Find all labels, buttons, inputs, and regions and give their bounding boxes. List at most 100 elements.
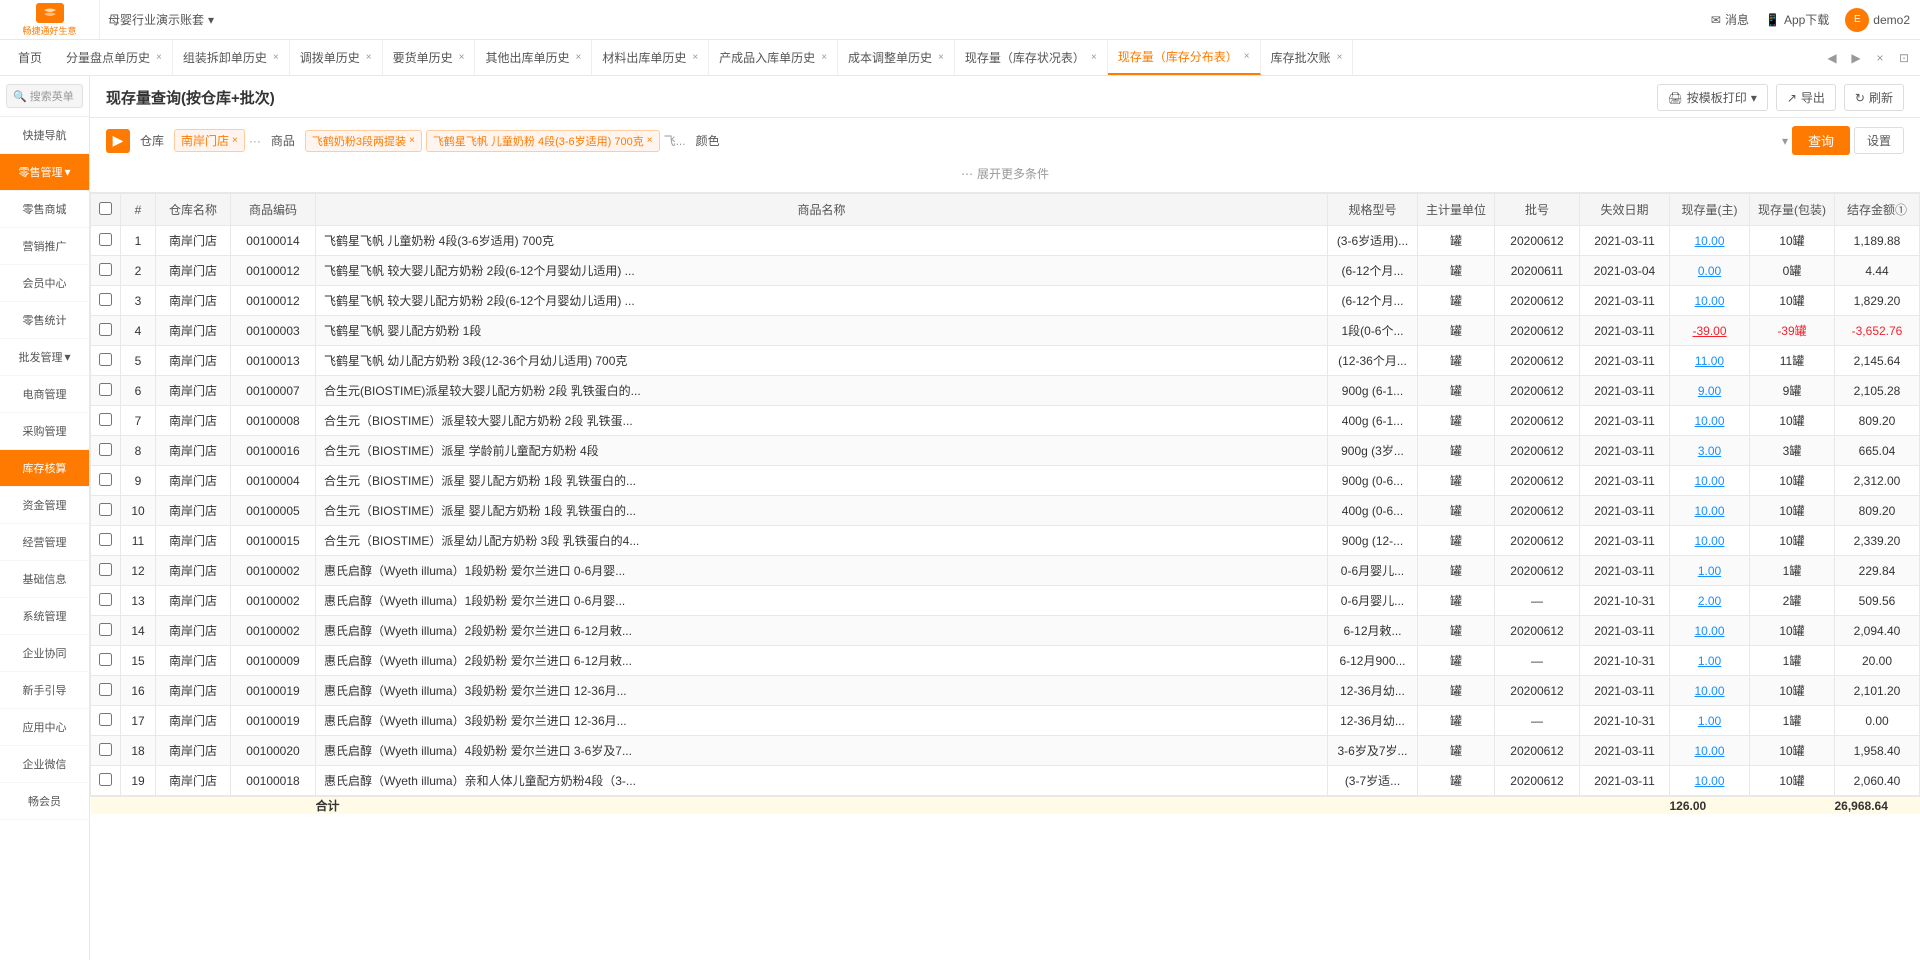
row-select[interactable] (99, 533, 112, 546)
sidebar-item-retail-shop[interactable]: 零售商城 (0, 191, 89, 228)
tab-close-icon[interactable]: × (1091, 52, 1097, 63)
tab-stock-status[interactable]: 现存量（库存状况表） × (955, 40, 1108, 75)
sidebar-item-app-center[interactable]: 应用中心 (0, 709, 89, 746)
sidebar-search-box[interactable]: 🔍 搜索英单 (6, 84, 83, 108)
row-select[interactable] (99, 773, 112, 786)
tab-combo-disassemble[interactable]: 组装拆卸单历史 × (173, 40, 290, 75)
sidebar-item-member-center[interactable]: 会员中心 (0, 265, 89, 302)
tab-batch-account[interactable]: 库存批次账 × (1261, 40, 1354, 75)
stock-main-link[interactable]: 1.00 (1698, 654, 1721, 668)
row-select[interactable] (99, 473, 112, 486)
product-tag-2-close[interactable]: × (647, 135, 653, 146)
row-checkbox[interactable] (91, 256, 121, 286)
row-checkbox[interactable] (91, 556, 121, 586)
stock-main-link[interactable]: 10.00 (1694, 234, 1724, 248)
tab-close-icon[interactable]: × (156, 52, 162, 63)
row-checkbox[interactable] (91, 346, 121, 376)
row-checkbox[interactable] (91, 286, 121, 316)
color-filter-dropdown[interactable]: ▾ (1782, 134, 1788, 148)
tab-material-outbound[interactable]: 材料出库单历史 × (592, 40, 709, 75)
filter-expand-button[interactable]: ▶ (106, 129, 130, 153)
tab-menu-btn[interactable]: ⊡ (1892, 46, 1916, 70)
tab-cost-adjust[interactable]: 成本调整单历史 × (838, 40, 955, 75)
refresh-button[interactable]: ↻ 刷新 (1844, 84, 1904, 111)
sidebar-item-new-guide[interactable]: 新手引导 (0, 672, 89, 709)
row-select[interactable] (99, 683, 112, 696)
tab-split-inventory[interactable]: 分量盘点单历史 × (56, 40, 173, 75)
row-select[interactable] (99, 293, 112, 306)
row-checkbox[interactable] (91, 766, 121, 797)
row-select[interactable] (99, 623, 112, 636)
stock-main-link[interactable]: 1.00 (1698, 714, 1721, 728)
user-item[interactable]: E demo2 (1845, 8, 1910, 32)
stock-main-link[interactable]: 1.00 (1698, 564, 1721, 578)
sidebar-item-system[interactable]: 系统管理 (0, 598, 89, 635)
row-checkbox[interactable] (91, 706, 121, 736)
stock-main-link[interactable]: 9.00 (1698, 384, 1721, 398)
tab-close-icon[interactable]: × (938, 52, 944, 63)
row-checkbox[interactable] (91, 676, 121, 706)
row-select[interactable] (99, 713, 112, 726)
row-checkbox[interactable] (91, 616, 121, 646)
sidebar-item-finance[interactable]: 资金管理 (0, 487, 89, 524)
sidebar-quick-nav[interactable]: 快捷导航 (0, 117, 89, 154)
sidebar-item-corp-collab[interactable]: 企业协同 (0, 635, 89, 672)
row-select[interactable] (99, 653, 112, 666)
stock-main-link[interactable]: 10.00 (1694, 414, 1724, 428)
message-item[interactable]: ✉ 消息 (1711, 11, 1749, 28)
row-checkbox[interactable] (91, 736, 121, 766)
expand-more-button[interactable]: ⋯ 展开更多条件 (961, 165, 1049, 182)
stock-main-link[interactable]: 10.00 (1694, 684, 1724, 698)
row-select[interactable] (99, 743, 112, 756)
sidebar-item-purchase[interactable]: 采购管理 (0, 413, 89, 450)
row-checkbox[interactable] (91, 526, 121, 556)
tab-transfer[interactable]: 调拨单历史 × (290, 40, 383, 75)
row-checkbox[interactable] (91, 436, 121, 466)
tab-prev-btn[interactable]: ◀ (1820, 46, 1844, 70)
row-checkbox[interactable] (91, 466, 121, 496)
stock-main-link[interactable]: 10.00 (1694, 744, 1724, 758)
tab-close-all-btn[interactable]: × (1868, 46, 1892, 70)
sidebar-item-marketing[interactable]: 营销推广 (0, 228, 89, 265)
sidebar-item-inventory[interactable]: 库存核算 (0, 450, 89, 487)
row-select[interactable] (99, 503, 112, 516)
stock-main-link[interactable]: 11.00 (1695, 354, 1724, 368)
tab-close-icon[interactable]: × (1244, 51, 1250, 62)
tab-finished-inbound[interactable]: 产成品入库单历史 × (709, 40, 838, 75)
app-download-item[interactable]: 📱 App下载 (1765, 11, 1829, 28)
product-tag-1-close[interactable]: × (409, 135, 415, 146)
tab-stock-distribution[interactable]: 现存量（库存分布表） × (1108, 40, 1261, 75)
row-select[interactable] (99, 323, 112, 336)
tab-home[interactable]: 首页 (4, 40, 56, 75)
tab-close-icon[interactable]: × (459, 52, 465, 63)
sidebar-item-retail-stats[interactable]: 零售统计 (0, 302, 89, 339)
breadcrumb-select[interactable]: 母婴行业演示账套 ▾ (108, 11, 214, 28)
sidebar-item-retail-mgmt[interactable]: 零售管理 ▾ (0, 154, 89, 191)
stock-main-link[interactable]: 10.00 (1694, 294, 1724, 308)
stock-main-link[interactable]: 10.00 (1694, 624, 1724, 638)
template-print-button[interactable]: 🖨 按模板打印 ▾ (1657, 84, 1768, 111)
export-button[interactable]: ↗ 导出 (1776, 84, 1836, 111)
stock-main-link[interactable]: 10.00 (1694, 474, 1724, 488)
tab-other-outbound[interactable]: 其他出库单历史 × (475, 40, 592, 75)
row-select[interactable] (99, 263, 112, 276)
tab-next-btn[interactable]: ▶ (1844, 46, 1868, 70)
row-select[interactable] (99, 443, 112, 456)
row-select[interactable] (99, 233, 112, 246)
stock-main-link[interactable]: -39.00 (1692, 324, 1726, 338)
row-checkbox[interactable] (91, 406, 121, 436)
stock-main-link[interactable]: 3.00 (1698, 444, 1721, 458)
row-select[interactable] (99, 383, 112, 396)
row-checkbox[interactable] (91, 376, 121, 406)
warehouse-tag-close[interactable]: × (232, 135, 238, 146)
sidebar-item-operations[interactable]: 经营管理 (0, 524, 89, 561)
stock-main-link[interactable]: 2.00 (1698, 594, 1721, 608)
row-checkbox[interactable] (91, 316, 121, 346)
row-checkbox[interactable] (91, 496, 121, 526)
tab-close-icon[interactable]: × (692, 52, 698, 63)
query-button[interactable]: 查询 (1792, 126, 1850, 155)
tab-close-icon[interactable]: × (575, 52, 581, 63)
select-all-checkbox[interactable] (99, 202, 112, 215)
tab-close-icon[interactable]: × (273, 52, 279, 63)
row-select[interactable] (99, 563, 112, 576)
